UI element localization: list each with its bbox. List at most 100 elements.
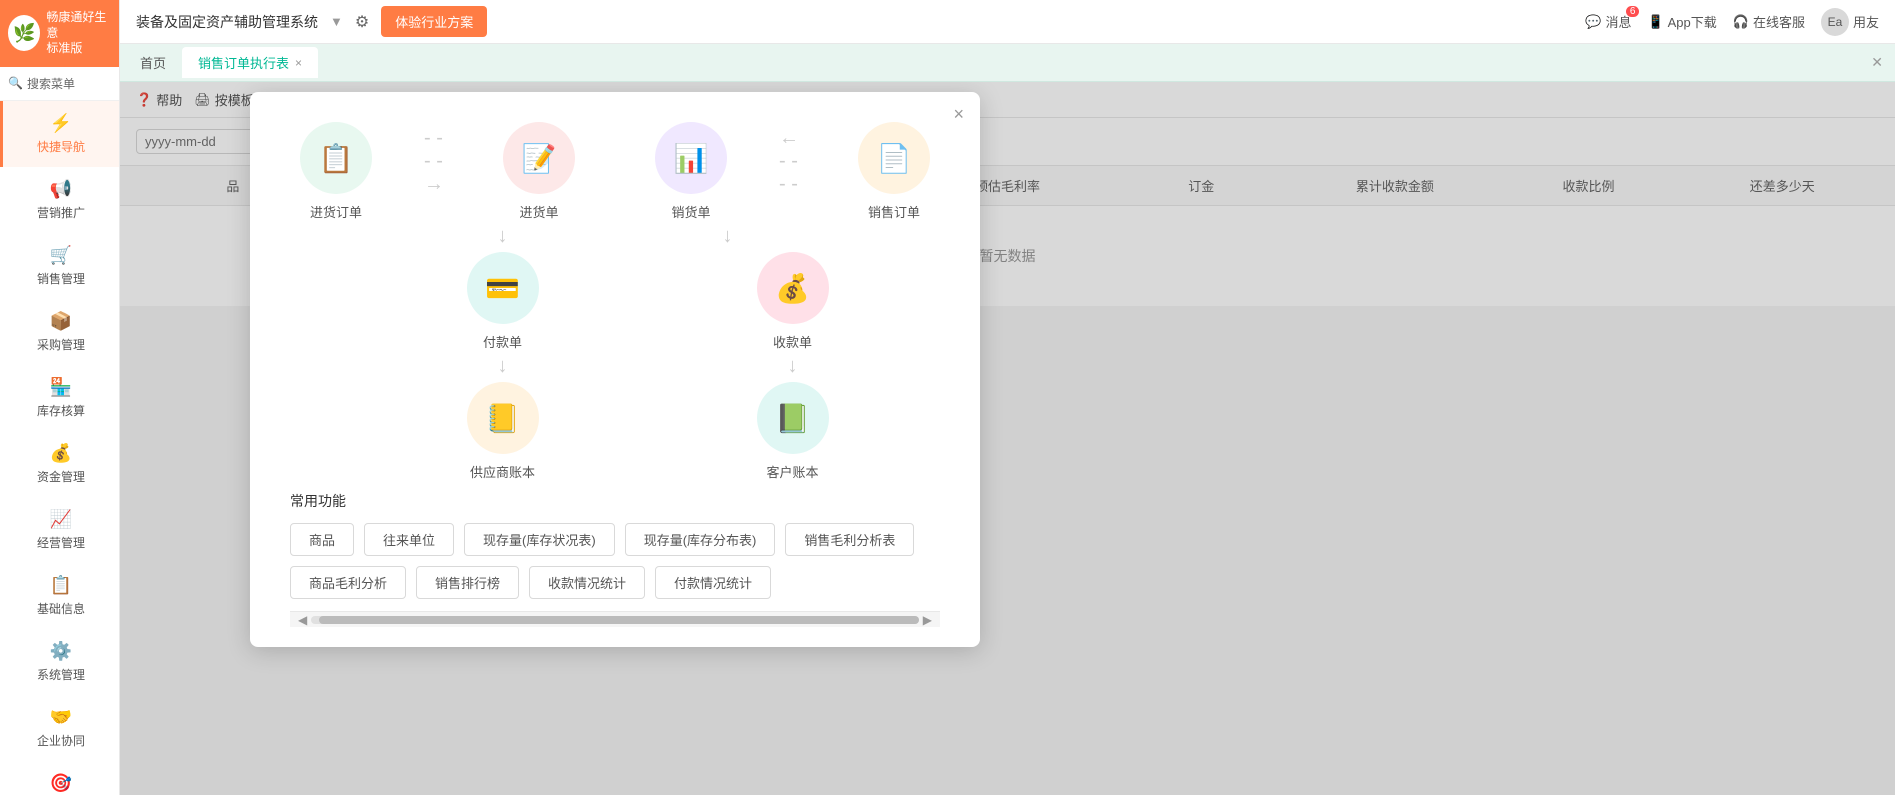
sales-order-icon: 📄 xyxy=(877,142,912,175)
common-functions-title: 常用功能 xyxy=(290,491,940,511)
message-badge: 6 xyxy=(1626,6,1640,17)
sidebar-item-sales[interactable]: 🛒销售管理 xyxy=(0,233,119,299)
payment-node: 💳 付款单 xyxy=(467,252,539,351)
purchase-order-circle[interactable]: 📋 xyxy=(300,122,372,194)
function-button[interactable]: 往来单位 xyxy=(364,523,454,556)
function-button[interactable]: 现存量(库存状况表) xyxy=(464,523,615,556)
scroll-thumb[interactable] xyxy=(319,616,919,624)
receipt-node: 💰 收款单 xyxy=(757,252,829,351)
sidebar-item-operations[interactable]: 📈 经营管理 xyxy=(0,497,119,563)
customer-ledger-circle[interactable]: 📗 xyxy=(757,382,829,454)
receipt-circle[interactable]: 💰 xyxy=(757,252,829,324)
sidebar-item-inventory[interactable]: 🏪库存核算 xyxy=(0,365,119,431)
function-button[interactable]: 商品毛利分析 xyxy=(290,566,406,599)
payment-circle[interactable]: 💳 xyxy=(467,252,539,324)
tab-close-icon[interactable]: × xyxy=(295,56,302,70)
sales-order-circle[interactable]: 📄 xyxy=(858,122,930,194)
phone-icon: 📱 xyxy=(1647,14,1663,30)
content-area: ❓ 帮助 🖨 按模板打印 ▼ ⬆ 导出 ▼ ↻ 刷新 xyxy=(120,82,1895,795)
sales-icon: 🛒 xyxy=(50,245,72,266)
purchase-top-row: 📋 进货订单 - - - - → 📝 xyxy=(290,122,585,221)
service-icon: 🎧 xyxy=(1733,14,1749,30)
tabs-bar: 首页 销售订单执行表 × ✕ xyxy=(120,44,1895,82)
purchase-slip-circle[interactable]: 📝 xyxy=(503,122,575,194)
sales-branch: 📊 销货单 ← - - - - 📄 xyxy=(645,122,940,481)
sidebar-item-system[interactable]: ⚙️ 系统管理 xyxy=(0,629,119,695)
supplier-ledger-icon: 📒 xyxy=(485,402,520,435)
experience-button[interactable]: 体验行业方案 xyxy=(381,6,487,37)
sidebar-item-marketing[interactable]: 📢营销推广 xyxy=(0,167,119,233)
sales-order-label: 销售订单 xyxy=(868,202,920,221)
basic-info-icon: 📋 xyxy=(50,575,72,596)
purchase-slip-label: 进货单 xyxy=(519,202,558,221)
sidebar-item-quick-nav[interactable]: ⚡快捷导航 xyxy=(0,101,119,167)
function-button[interactable]: 付款情况统计 xyxy=(655,566,771,599)
sidebar-item-label: 企业协同 xyxy=(37,732,85,749)
scroll-left-arrow[interactable]: ◀ xyxy=(294,613,311,627)
function-button[interactable]: 商品 xyxy=(290,523,354,556)
window-close-icon[interactable]: ✕ xyxy=(1871,54,1883,71)
customer-ledger-node: 📗 客户账本 xyxy=(757,382,829,481)
arrow-down-customer: ↓ xyxy=(788,355,798,378)
user-item[interactable]: Ea 用友 xyxy=(1821,8,1879,36)
dropdown-arrow[interactable]: ▼ xyxy=(330,14,343,29)
payment-icon: 💳 xyxy=(485,272,520,305)
sidebar-item-finance[interactable]: 💰 资金管理 xyxy=(0,431,119,497)
purchase-branch: 📋 进货订单 - - - - → 📝 xyxy=(290,122,585,481)
top-bar: 装备及固定资产辅助管理系统 ▼ ⚙ 体验行业方案 💬 消息 6 📱 App下载 … xyxy=(120,0,1895,44)
supplier-ledger-circle[interactable]: 📒 xyxy=(467,382,539,454)
purchase-order-label: 进货订单 xyxy=(310,202,362,221)
sidebar-item-label: 营销推广 xyxy=(37,204,85,221)
popup-overlay: × 📋 进货订单 xyxy=(120,82,1895,795)
function-button[interactable]: 收款情况统计 xyxy=(529,566,645,599)
main-content: 装备及固定资产辅助管理系统 ▼ ⚙ 体验行业方案 💬 消息 6 📱 App下载 … xyxy=(120,0,1895,795)
app-download-item[interactable]: 📱 App下载 xyxy=(1647,12,1716,31)
settings-icon[interactable]: ⚙ xyxy=(355,12,369,32)
sales-top-row: 📊 销货单 ← - - - - 📄 xyxy=(645,122,940,221)
beginner-icon: 🎯 xyxy=(50,773,72,794)
top-bar-right: 💬 消息 6 📱 App下载 🎧 在线客服 Ea 用友 xyxy=(1585,8,1879,36)
logo-text: 畅康通好生意 标准版 xyxy=(46,10,111,57)
sidebar-item-purchase[interactable]: 📦采购管理 xyxy=(0,299,119,365)
arrow-purchase: - - - - → xyxy=(424,127,451,196)
customer-ledger-icon: 📗 xyxy=(775,402,810,435)
sales-slip-node: 📊 销货单 xyxy=(655,122,727,221)
sales-slip-circle[interactable]: 📊 xyxy=(655,122,727,194)
scroll-track[interactable] xyxy=(311,616,919,624)
finance-icon: 💰 xyxy=(50,443,72,464)
message-item[interactable]: 💬 消息 6 xyxy=(1585,12,1631,31)
sidebar-item-label: 资金管理 xyxy=(37,468,85,485)
purchase-icon: 📦 xyxy=(50,311,72,332)
function-button[interactable]: 销售毛利分析表 xyxy=(785,523,914,556)
function-buttons: 商品往来单位现存量(库存状况表) 现存量(库存分布表) 销售毛利分析表商品毛利分析销… xyxy=(290,523,940,599)
sidebar-item-beginner[interactable]: 🎯新手引导 xyxy=(0,761,119,795)
supplier-ledger-node: 📒 供应商账本 xyxy=(467,382,539,481)
sidebar: 🌿 畅康通好生意 标准版 🔍 搜索菜单 ⚡快捷导航📢营销推广🛒销售管理📦采购管理… xyxy=(0,0,120,795)
tab-home[interactable]: 首页 xyxy=(124,47,182,78)
popup-close-btn[interactable]: × xyxy=(953,104,964,125)
scroll-right-arrow[interactable]: ▶ xyxy=(919,613,936,627)
sidebar-item-label: 经营管理 xyxy=(37,534,85,551)
operations-icon: 📈 xyxy=(50,509,72,530)
receipt-label: 收款单 xyxy=(773,332,812,351)
online-service-item[interactable]: 🎧 在线客服 xyxy=(1733,12,1805,31)
purchase-slip-node: 📝 进货单 xyxy=(503,122,575,221)
function-button[interactable]: 销售排行榜 xyxy=(416,566,519,599)
system-title: 装备及固定资产辅助管理系统 xyxy=(136,12,318,32)
purchase-order-icon: 📋 xyxy=(319,142,354,175)
sales-order-node: 📄 销售订单 xyxy=(858,122,930,221)
sidebar-item-enterprise[interactable]: 🤝企业协同 xyxy=(0,695,119,761)
scroll-bar[interactable]: ◀ ▶ xyxy=(290,611,940,627)
sidebar-item-basic-info[interactable]: 📋 基础信息 xyxy=(0,563,119,629)
payment-label: 付款单 xyxy=(483,332,522,351)
system-icon: ⚙️ xyxy=(50,641,72,662)
quick-nav-popup: × 📋 进货订单 xyxy=(250,92,980,647)
function-button[interactable]: 现存量(库存分布表) xyxy=(625,523,776,556)
flow-diagram: 📋 进货订单 - - - - → 📝 xyxy=(290,122,940,481)
customer-ledger-label: 客户账本 xyxy=(766,462,818,481)
sidebar-item-label: 基础信息 xyxy=(37,600,85,617)
tab-sales-order-exec[interactable]: 销售订单执行表 × xyxy=(182,47,318,78)
sidebar-nav: ⚡快捷导航📢营销推广🛒销售管理📦采购管理🏪库存核算 💰 资金管理 📈 经营管理 📋 基础信息… xyxy=(0,101,119,795)
search-menu-item[interactable]: 🔍 搜索菜单 xyxy=(0,67,119,101)
sidebar-item-label: 系统管理 xyxy=(37,666,85,683)
